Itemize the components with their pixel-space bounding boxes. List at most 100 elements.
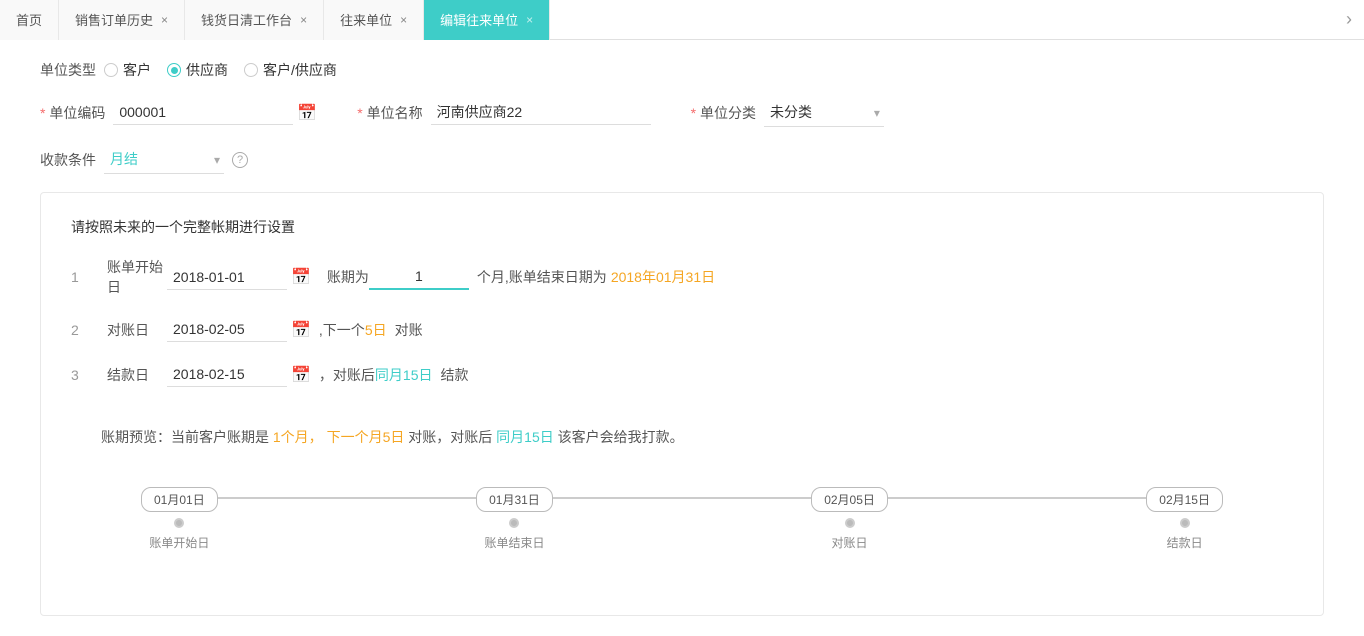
timeline-dot-4 <box>1180 518 1190 528</box>
unit-name-input[interactable] <box>431 100 651 125</box>
tab-cash-work[interactable]: 钱货日清工作台 × <box>185 0 324 40</box>
preview-text: 账期预览：当前客户账期是 1个月， 下一个月5日 对账，对账后 同月15日 该客… <box>101 427 1263 447</box>
tab-edit-partner[interactable]: 编辑往来单位 × <box>424 0 550 40</box>
page-content: 单位类型 客户 供应商 客户/供应商 单位编码 📅 单位名称 <box>0 40 1364 636</box>
row-2-label: 对账日 <box>107 320 167 340</box>
tab-home[interactable]: 首页 <box>0 0 59 40</box>
radio-supplier-circle <box>167 63 181 77</box>
tab-partner[interactable]: 往来单位 × <box>324 0 424 40</box>
timeline-pill-2: 01月31日 <box>476 487 553 512</box>
row-1-label: 账单开始日 <box>107 257 167 297</box>
timeline-point-3: 02月05日 对账日 <box>811 487 888 551</box>
row-2-desc-suffix: 对账 <box>395 320 423 340</box>
radio-customer-label: 客户 <box>123 60 151 80</box>
unit-type-radio-group: 客户 供应商 客户/供应商 <box>104 60 337 80</box>
row-3-desc-prefix: ，对账后 <box>319 365 375 385</box>
settings-title: 请按照未来的一个完整帐期进行设置 <box>71 217 1293 237</box>
reconcile-date-input[interactable] <box>167 317 287 342</box>
row-3-number: 3 <box>71 367 91 383</box>
settings-box: 请按照未来的一个完整帐期进行设置 1 账单开始日 📅 账期为 个月,账单结束日期… <box>40 192 1324 616</box>
radio-customer[interactable]: 客户 <box>104 60 151 80</box>
reconcile-date-cal-icon[interactable]: 📅 <box>291 320 311 340</box>
setting-row-3: 3 结款日 📅 ，对账后 同月15日 结款 <box>71 362 1293 387</box>
unit-category-select[interactable]: 未分类 <box>764 98 884 127</box>
tab-sales-order[interactable]: 销售订单历史 × <box>59 0 185 40</box>
payment-terms-help[interactable]: ? <box>232 152 248 168</box>
unit-category-group: 单位分类 未分类 ▾ <box>691 98 884 127</box>
timeline-point-4: 02月15日 结款日 <box>1146 487 1223 551</box>
setting-row-1: 1 账单开始日 📅 账期为 个月,账单结束日期为 2018年01月31日 <box>71 257 1293 297</box>
row-3-desc-suffix: 结款 <box>441 365 469 385</box>
unit-info-row: 单位编码 📅 单位名称 单位分类 未分类 ▾ <box>40 98 1324 127</box>
radio-both[interactable]: 客户/供应商 <box>244 60 337 80</box>
tab-cash-work-close[interactable]: × <box>300 13 307 27</box>
timeline-sublabel-3: 对账日 <box>832 534 868 551</box>
timeline-dot-2 <box>509 518 519 528</box>
setting-row-2: 2 对账日 📅 ,下一个 5日 对账 <box>71 317 1293 342</box>
timeline-dot-3 <box>845 518 855 528</box>
tab-sales-order-label: 销售订单历史 <box>75 10 153 29</box>
timeline-point-1: 01月01日 账单开始日 <box>141 487 218 551</box>
timeline-pill-4: 02月15日 <box>1146 487 1223 512</box>
unit-category-select-wrapper: 未分类 ▾ <box>764 98 884 127</box>
timeline-point-2: 01月31日 账单结束日 <box>476 487 553 551</box>
timeline-pill-3: 02月05日 <box>811 487 888 512</box>
unit-code-label: 单位编码 <box>40 103 105 123</box>
preview-label: 账期预览：当前客户账期是 <box>101 429 269 445</box>
tab-bar: 首页 销售订单历史 × 钱货日清工作台 × 往来单位 × 编辑往来单位 × › <box>0 0 1364 40</box>
tab-edit-partner-label: 编辑往来单位 <box>440 10 518 29</box>
unit-code-icon[interactable]: 📅 <box>297 103 317 123</box>
row-1-period-unit: 个月,账单结束日期为 <box>477 267 607 287</box>
payment-date-input[interactable] <box>167 362 287 387</box>
period-input[interactable] <box>369 264 469 290</box>
payment-terms-row: 收款条件 月结 ▾ ? <box>40 145 1324 174</box>
tab-more-button[interactable]: › <box>1334 9 1364 30</box>
timeline-pill-1: 01月01日 <box>141 487 218 512</box>
preview-part2: 下一个月5日 <box>327 429 405 445</box>
preview-part4: 同月15日 <box>496 429 554 445</box>
timeline-dot-1 <box>174 518 184 528</box>
unit-code-group: 单位编码 📅 <box>40 100 317 125</box>
preview-part3: 对账，对账后 <box>408 429 492 445</box>
radio-both-label: 客户/供应商 <box>263 60 337 80</box>
unit-code-input[interactable] <box>113 100 293 125</box>
row-2-desc-highlight: 5日 <box>365 320 387 340</box>
payment-date-cal-icon[interactable]: 📅 <box>291 365 311 385</box>
radio-customer-circle <box>104 63 118 77</box>
tab-home-label: 首页 <box>16 10 42 29</box>
row-2-desc-prefix: ,下一个 <box>319 320 365 340</box>
payment-terms-select-wrapper: 月结 ▾ <box>104 145 224 174</box>
row-3-desc-highlight: 同月15日 <box>375 365 433 385</box>
row-2-number: 2 <box>71 322 91 338</box>
timeline-sublabel-1: 账单开始日 <box>149 534 209 551</box>
unit-type-row: 单位类型 客户 供应商 客户/供应商 <box>40 60 1324 80</box>
unit-name-label: 单位名称 <box>357 103 422 123</box>
timeline-points: 01月01日 账单开始日 01月31日 账单结束日 02月05日 对账日 <box>141 487 1223 551</box>
payment-terms-label: 收款条件 <box>40 150 96 170</box>
timeline-sublabel-2: 账单结束日 <box>484 534 544 551</box>
radio-supplier[interactable]: 供应商 <box>167 60 228 80</box>
radio-supplier-label: 供应商 <box>186 60 228 80</box>
payment-terms-select[interactable]: 月结 <box>104 145 224 174</box>
start-date-cal-icon[interactable]: 📅 <box>291 267 311 287</box>
tab-partner-label: 往来单位 <box>340 10 392 29</box>
tab-sales-order-close[interactable]: × <box>161 13 168 27</box>
preview-part1: 1个月， <box>273 429 323 445</box>
tab-cash-work-label: 钱货日清工作台 <box>201 10 292 29</box>
timeline: 01月01日 账单开始日 01月31日 账单结束日 02月05日 对账日 <box>101 471 1263 591</box>
radio-both-circle <box>244 63 258 77</box>
tab-edit-partner-close[interactable]: × <box>526 13 533 27</box>
unit-category-label: 单位分类 <box>691 103 756 123</box>
unit-type-label: 单位类型 <box>40 60 96 80</box>
unit-name-group: 单位名称 <box>357 100 650 125</box>
row-3-label: 结款日 <box>107 365 167 385</box>
tab-partner-close[interactable]: × <box>400 13 407 27</box>
row-1-period-label: 账期为 <box>327 267 369 287</box>
start-date-input[interactable] <box>167 265 287 290</box>
row-1-number: 1 <box>71 269 91 285</box>
tab-more-icon: › <box>1346 9 1352 29</box>
preview-part5: 该客户会给我打款。 <box>558 429 684 445</box>
row-1-period-end: 2018年01月31日 <box>611 267 715 287</box>
preview-section: 账期预览：当前客户账期是 1个月， 下一个月5日 对账，对账后 同月15日 该客… <box>71 407 1293 591</box>
timeline-sublabel-4: 结款日 <box>1167 534 1203 551</box>
